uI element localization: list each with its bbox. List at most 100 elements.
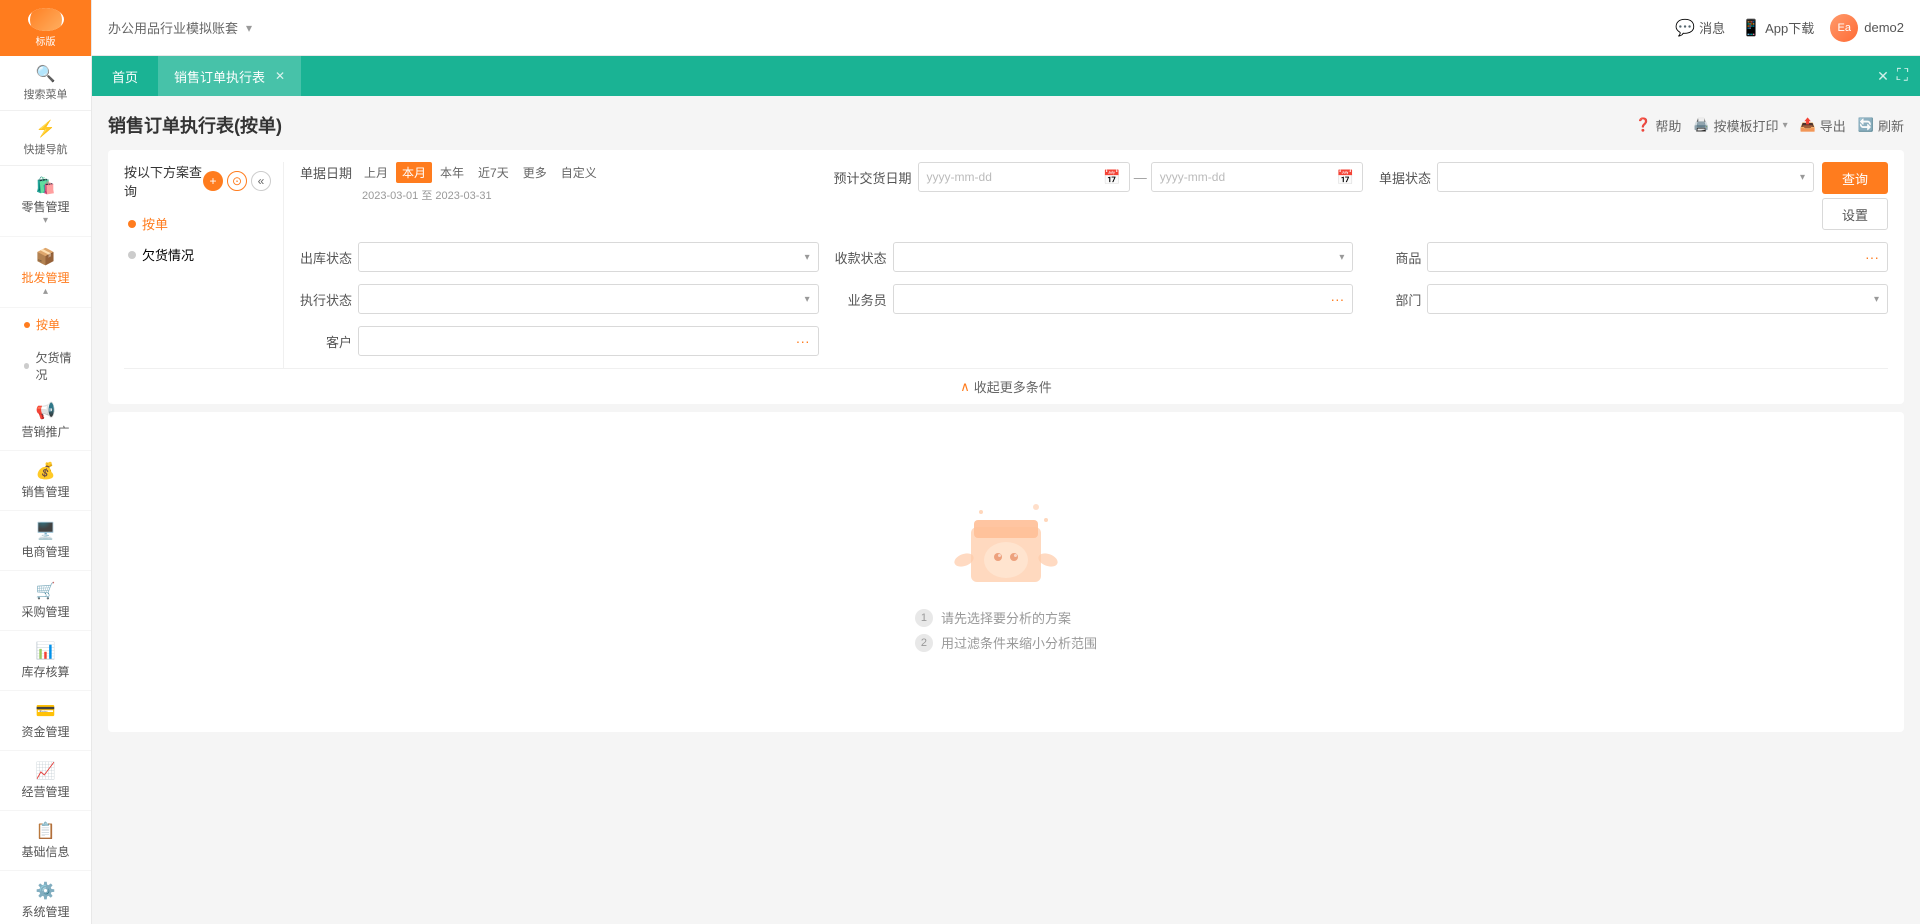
exec-status-select[interactable]: ▾ [358,284,819,314]
sidebar-item-marketing[interactable]: 📢 营销推广 [0,391,91,451]
tab-sales-order[interactable]: 销售订单执行表 ✕ [158,56,301,96]
tab-maximize-icon[interactable]: ⛶ [1897,67,1908,85]
receipt-status-field: 收款状态 ▾ [827,242,1354,272]
sidebar-item-finance[interactable]: 💳 资金管理 [0,691,91,751]
sidebar-subitem-debt[interactable]: 欠货情况 [0,341,91,391]
main-area: 办公用品行业模拟账套 ▾ 💬 消息 📱 App下载 Ea demo2 首页 [92,0,1920,924]
scheme-copy-button[interactable]: ⊙ [227,171,247,191]
sidebar-search-item[interactable]: 🔍 搜索菜单 [0,56,91,111]
print-label: 按模板打印 [1714,116,1779,135]
app-download-action[interactable]: 📱 App下载 [1741,18,1814,38]
customer-select[interactable]: ··· [358,326,819,356]
calendar-start-icon[interactable]: 📅 [1103,169,1120,186]
wholesale-expand-icon: ▴ [43,286,48,297]
scheme-actions: + ⊙ « [203,171,271,191]
filter-panel-inner: 按以下方案查询 + ⊙ « 按单 [124,162,1888,368]
tab-close-icon[interactable]: ✕ [275,69,285,83]
message-icon: 💬 [1675,18,1695,38]
sidebar-item-system[interactable]: ⚙️ 系统管理 [0,871,91,924]
scheme-title: 按以下方案查询 [124,162,203,200]
app-download-label: App下载 [1765,18,1814,37]
tab-close-all-icon[interactable]: ✕ [1877,68,1889,85]
status-select[interactable]: ▾ [1437,162,1814,192]
sidebar-item-ecommerce[interactable]: 🖥️ 电商管理 [0,511,91,571]
tab-sales-order-label: 销售订单执行表 [174,67,265,86]
date-tab-more[interactable]: 更多 [517,162,553,183]
calendar-end-icon[interactable]: 📅 [1337,169,1354,186]
sidebar-item-label-retail: 零售管理 [21,198,69,215]
export-button[interactable]: 📤 导出 [1800,116,1846,135]
date-tab-last7[interactable]: 近7天 [472,162,515,183]
expected-date-start-placeholder: yyyy-mm-dd [927,170,992,184]
sidebar-item-sales[interactable]: 💰 销售管理 [0,451,91,511]
sidebar-item-wholesale[interactable]: 📦 批发管理 ▴ [0,237,91,308]
empty-lines: 1 请先选择要分析的方案 2 用过滤条件来缩小分析范围 [915,608,1097,652]
delivery-status-select[interactable]: ▾ [358,242,819,272]
sales-icon: 💰 [36,461,56,481]
customer-field: 客户 ··· [292,326,819,356]
date-tab-custom[interactable]: 自定义 [555,162,603,183]
refresh-button[interactable]: 🔄 刷新 [1858,116,1904,135]
print-arrow-icon: ▾ [1783,120,1788,131]
sidebar-item-basic[interactable]: 📋 基础信息 [0,811,91,871]
user-initials: Ea [1838,22,1851,34]
system-icon: ⚙️ [36,881,56,901]
goods-select[interactable]: ··· [1427,242,1888,272]
help-label: 帮助 [1655,116,1681,135]
scheme-add-button[interactable]: + [203,171,223,191]
scheme-collapse-button[interactable]: « [251,171,271,191]
subitem-order-label: 按单 [36,316,60,333]
ecommerce-icon: 🖥️ [36,521,56,541]
query-btn-area: 查询 设置 [1822,162,1888,230]
collapse-bar[interactable]: ∧ 收起更多条件 [124,368,1888,404]
user-action[interactable]: Ea demo2 [1830,14,1904,42]
sidebar-item-label-purchase: 采购管理 [21,603,69,620]
avatar: Ea [1830,14,1858,42]
settings-button[interactable]: 设置 [1822,198,1888,230]
empty-state: 1 请先选择要分析的方案 2 用过滤条件来缩小分析范围 [108,412,1904,732]
sidebar-item-label-operation: 经营管理 [21,783,69,800]
date-tab-last-month[interactable]: 上月 [358,162,394,183]
empty-text-1: 请先选择要分析的方案 [941,608,1071,627]
sidebar-item-inventory[interactable]: 📊 库存核算 [0,631,91,691]
query-button[interactable]: 查询 [1822,162,1888,194]
expected-date-start-input[interactable]: yyyy-mm-dd 📅 [918,162,1130,192]
scheme-item-debt[interactable]: 欠货情况 [124,239,271,270]
filter-form: 单据日期 上月 本月 本年 近7天 更多 自定义 [292,162,1888,368]
scheme-item-debt-label: 欠货情况 [142,245,194,264]
sidebar-item-purchase[interactable]: 🛒 采购管理 [0,571,91,631]
refresh-label: 刷新 [1878,116,1904,135]
dept-arrow-icon: ▾ [1874,294,1879,305]
sidebar-item-label-marketing: 营销推广 [21,423,69,440]
tab-home[interactable]: 首页 [92,56,158,96]
expected-date-end-input[interactable]: yyyy-mm-dd 📅 [1151,162,1363,192]
sidebar-item-label-inventory: 库存核算 [21,663,69,680]
marketing-icon: 📢 [36,401,56,421]
scheme-panel: 按以下方案查询 + ⊙ « 按单 [124,162,284,368]
filter-row-4: 客户 ··· [292,326,1888,356]
message-action[interactable]: 💬 消息 [1675,18,1725,38]
salesperson-select[interactable]: ··· [893,284,1354,314]
dept-label: 部门 [1361,290,1421,309]
goods-dots-icon[interactable]: ··· [1865,249,1879,265]
receipt-status-select[interactable]: ▾ [893,242,1354,272]
inventory-icon: 📊 [36,641,56,661]
sidebar-item-retail[interactable]: 🛍️ 零售管理 ▾ [0,166,91,237]
salesperson-dots-icon[interactable]: ··· [1330,291,1344,307]
sidebar-subitem-order[interactable]: 按单 [0,308,91,341]
help-button[interactable]: ❓ 帮助 [1635,116,1681,135]
retail-icon: 🛍️ [36,176,56,196]
sidebar-item-operation[interactable]: 📈 经营管理 [0,751,91,811]
sidebar-item-label-finance: 资金管理 [21,723,69,740]
dept-select[interactable]: ▾ [1427,284,1888,314]
scheme-item-order[interactable]: 按单 [124,208,271,239]
status-field: 单据状态 ▾ [1371,162,1814,192]
customer-dots-icon[interactable]: ··· [796,333,810,349]
breadcrumb-text: 办公用品行业模拟账套 [108,18,238,37]
date-tab-this-year[interactable]: 本年 [434,162,470,183]
print-button[interactable]: 🖨️ 按模板打印 ▾ [1693,116,1787,135]
content-area: 销售订单执行表(按单) ❓ 帮助 🖨️ 按模板打印 ▾ 📤 导出 [92,96,1920,924]
date-tab-this-month[interactable]: 本月 [396,162,432,183]
sidebar-item-label-sales: 销售管理 [21,483,69,500]
quick-nav-item[interactable]: ⚡ 快捷导航 [0,111,91,166]
